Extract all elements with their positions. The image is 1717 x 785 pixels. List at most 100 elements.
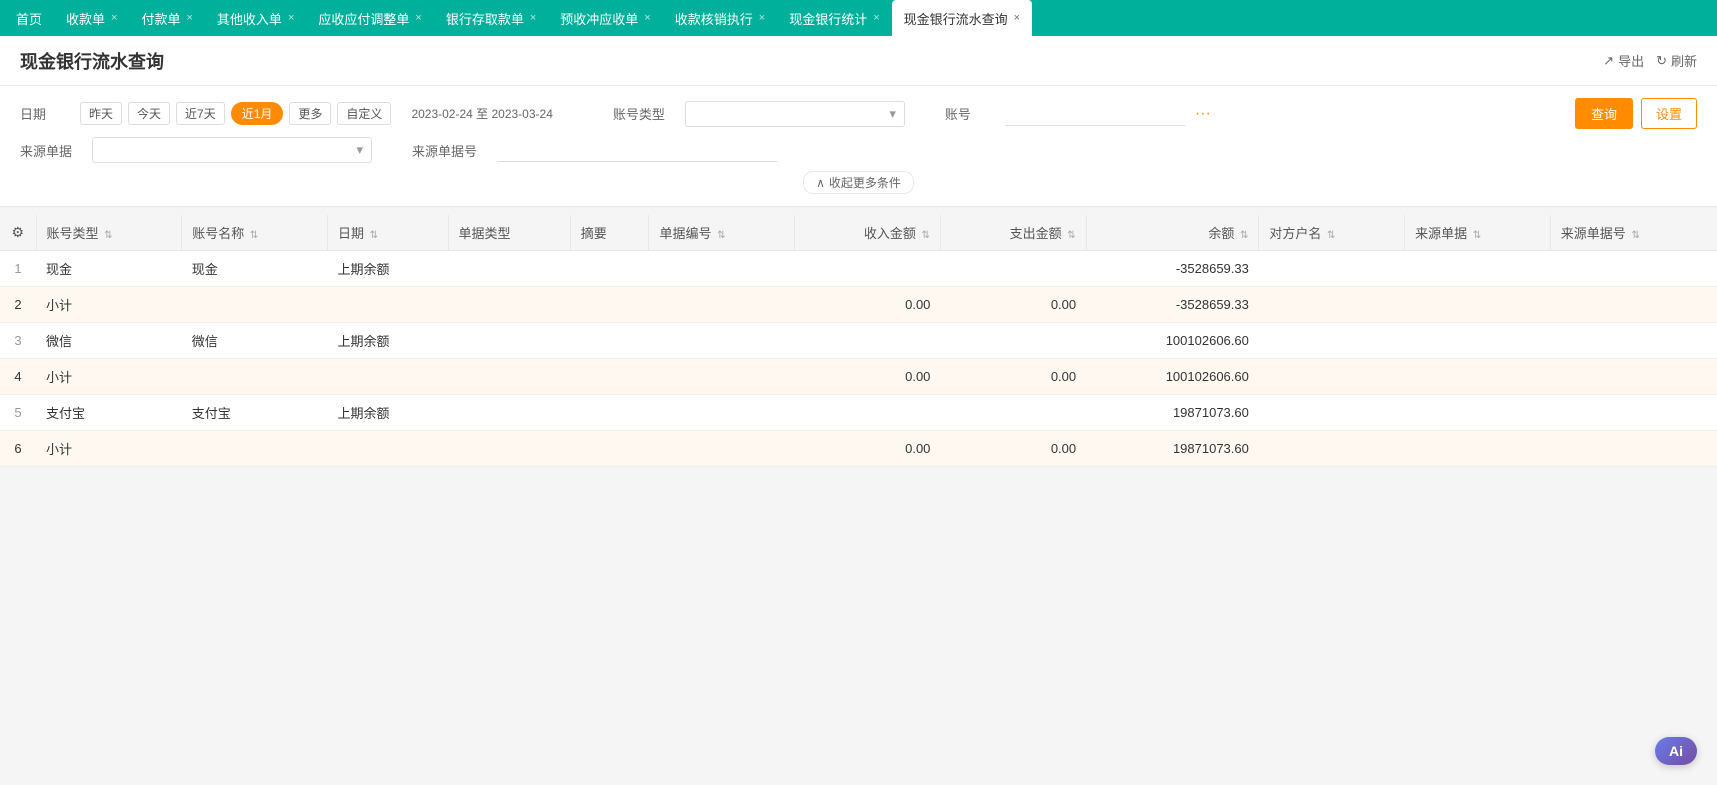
cell-date	[327, 359, 448, 395]
cell-account-type: 小计	[36, 359, 182, 395]
cell-source-doc-no	[1550, 359, 1717, 395]
close-icon[interactable]: ×	[759, 12, 765, 24]
row-number: 4	[0, 359, 36, 395]
nav-home[interactable]: 首页	[4, 9, 54, 28]
close-icon[interactable]: ×	[530, 12, 536, 24]
sort-icon: ⇅	[1631, 230, 1639, 241]
date-options-group: 昨天 今天 近7天 近1月 更多 自定义	[80, 102, 391, 125]
refresh-button[interactable]: ↻ 刷新	[1656, 51, 1697, 70]
cell-date	[327, 431, 448, 467]
nav-tab-cunkuandan[interactable]: 银行存取款单 ×	[434, 0, 548, 36]
cell-expense: 0.00	[940, 287, 1086, 323]
date-btn-today[interactable]: 今天	[128, 102, 170, 125]
col-header-summary: 摘要	[570, 215, 649, 251]
cell-account-name	[182, 287, 328, 323]
col-header-date[interactable]: 日期 ⇅	[327, 215, 448, 251]
cell-source-doc	[1405, 323, 1551, 359]
cell-balance: 19871073.60	[1086, 395, 1259, 431]
sort-icon: ⇅	[717, 230, 725, 241]
ai-button[interactable]: Ai	[1655, 737, 1697, 765]
account-dots-button[interactable]: ···	[1191, 105, 1215, 123]
cell-source-doc	[1405, 287, 1551, 323]
nav-tab-tongji[interactable]: 现金银行统计 ×	[777, 0, 891, 36]
sort-icon: ⇅	[1473, 230, 1481, 241]
col-header-income[interactable]: 收入金额 ⇅	[795, 215, 941, 251]
cell-counterparty	[1259, 395, 1405, 431]
account-type-select[interactable]: ▾	[685, 101, 905, 127]
cell-balance: 100102606.60	[1086, 323, 1259, 359]
settings-column-header[interactable]: ⚙	[0, 215, 36, 251]
nav-tab-fukuandan[interactable]: 付款单 ×	[129, 0, 204, 36]
cell-doc-no	[649, 323, 795, 359]
cell-doc-no	[649, 287, 795, 323]
close-icon[interactable]: ×	[186, 12, 192, 24]
date-btn-custom[interactable]: 自定义	[337, 102, 391, 125]
nav-tab-qitashouru[interactable]: 其他收入单 ×	[205, 0, 306, 36]
date-btn-7days[interactable]: 近7天	[176, 102, 225, 125]
nav-tab-shoukuandan[interactable]: 收款单 ×	[54, 0, 129, 36]
row-number: 6	[0, 431, 36, 467]
filter-area: 日期 昨天 今天 近7天 近1月 更多 自定义 2023-02-24 至 202…	[0, 86, 1717, 207]
account-input-wrap	[1005, 102, 1185, 126]
cell-summary	[570, 431, 649, 467]
cell-summary	[570, 323, 649, 359]
table-row: 6小计0.000.0019871073.60	[0, 431, 1717, 467]
nav-tab-yushou[interactable]: 预收冲应收单 ×	[548, 0, 662, 36]
date-btn-1month[interactable]: 近1月	[231, 102, 284, 125]
table-row: 1现金现金上期余额-3528659.33	[0, 251, 1717, 287]
close-icon[interactable]: ×	[111, 12, 117, 24]
close-icon[interactable]: ×	[288, 12, 294, 24]
account-input[interactable]	[1005, 102, 1185, 125]
col-header-expense[interactable]: 支出金额 ⇅	[940, 215, 1086, 251]
cell-expense	[940, 323, 1086, 359]
date-btn-yesterday[interactable]: 昨天	[80, 102, 122, 125]
cell-balance: -3528659.33	[1086, 287, 1259, 323]
col-header-counterparty[interactable]: 对方户名 ⇅	[1259, 215, 1405, 251]
close-icon[interactable]: ×	[873, 12, 879, 24]
cell-source-doc-no	[1550, 431, 1717, 467]
date-btn-more[interactable]: 更多	[289, 102, 331, 125]
cell-doc-no	[649, 431, 795, 467]
sort-icon: ⇅	[1240, 230, 1248, 241]
cell-source-doc	[1405, 251, 1551, 287]
row-number: 1	[0, 251, 36, 287]
source-doc-select[interactable]: ▾	[92, 137, 372, 163]
collapse-button[interactable]: ∧ 收起更多条件	[803, 171, 914, 194]
nav-tab-hexiao[interactable]: 收款核销执行 ×	[663, 0, 777, 36]
cell-account-type: 小计	[36, 431, 182, 467]
col-header-doc-no[interactable]: 单据编号 ⇅	[649, 215, 795, 251]
export-button[interactable]: ↗ 导出	[1603, 51, 1644, 70]
close-icon[interactable]: ×	[1014, 12, 1020, 24]
cell-counterparty	[1259, 251, 1405, 287]
table-body: 1现金现金上期余额-3528659.332小计0.000.00-3528659.…	[0, 251, 1717, 467]
col-header-account-name[interactable]: 账号名称 ⇅	[182, 215, 328, 251]
cell-counterparty	[1259, 431, 1405, 467]
col-header-source-doc[interactable]: 来源单据 ⇅	[1405, 215, 1551, 251]
source-doc-no-label: 来源单据号	[412, 141, 477, 160]
sort-icon: ⇅	[1067, 230, 1075, 241]
query-button[interactable]: 查询	[1575, 98, 1633, 129]
table-row: 4小计0.000.00100102606.60	[0, 359, 1717, 395]
nav-tab-liushui[interactable]: 现金银行流水查询 ×	[892, 0, 1032, 36]
cell-counterparty	[1259, 287, 1405, 323]
col-header-balance[interactable]: 余额 ⇅	[1086, 215, 1259, 251]
close-icon[interactable]: ×	[415, 12, 421, 24]
col-header-source-doc-no[interactable]: 来源单据号 ⇅	[1550, 215, 1717, 251]
cell-source-doc-no	[1550, 323, 1717, 359]
setting-button[interactable]: 设置	[1641, 98, 1697, 129]
row-number: 5	[0, 395, 36, 431]
cell-doc-type	[448, 287, 570, 323]
cell-source-doc	[1405, 431, 1551, 467]
nav-tab-tiaozhendan[interactable]: 应收应付调整单 ×	[306, 0, 433, 36]
account-input-group: ···	[1005, 102, 1215, 126]
close-icon[interactable]: ×	[644, 12, 650, 24]
cell-summary	[570, 251, 649, 287]
cell-date	[327, 287, 448, 323]
source-doc-no-input[interactable]	[497, 138, 777, 161]
settings-col-icon[interactable]: ⚙	[11, 224, 24, 240]
col-header-account-type[interactable]: 账号类型 ⇅	[36, 215, 182, 251]
cell-balance: -3528659.33	[1086, 251, 1259, 287]
cell-income	[795, 251, 941, 287]
cell-doc-no	[649, 395, 795, 431]
cell-counterparty	[1259, 359, 1405, 395]
